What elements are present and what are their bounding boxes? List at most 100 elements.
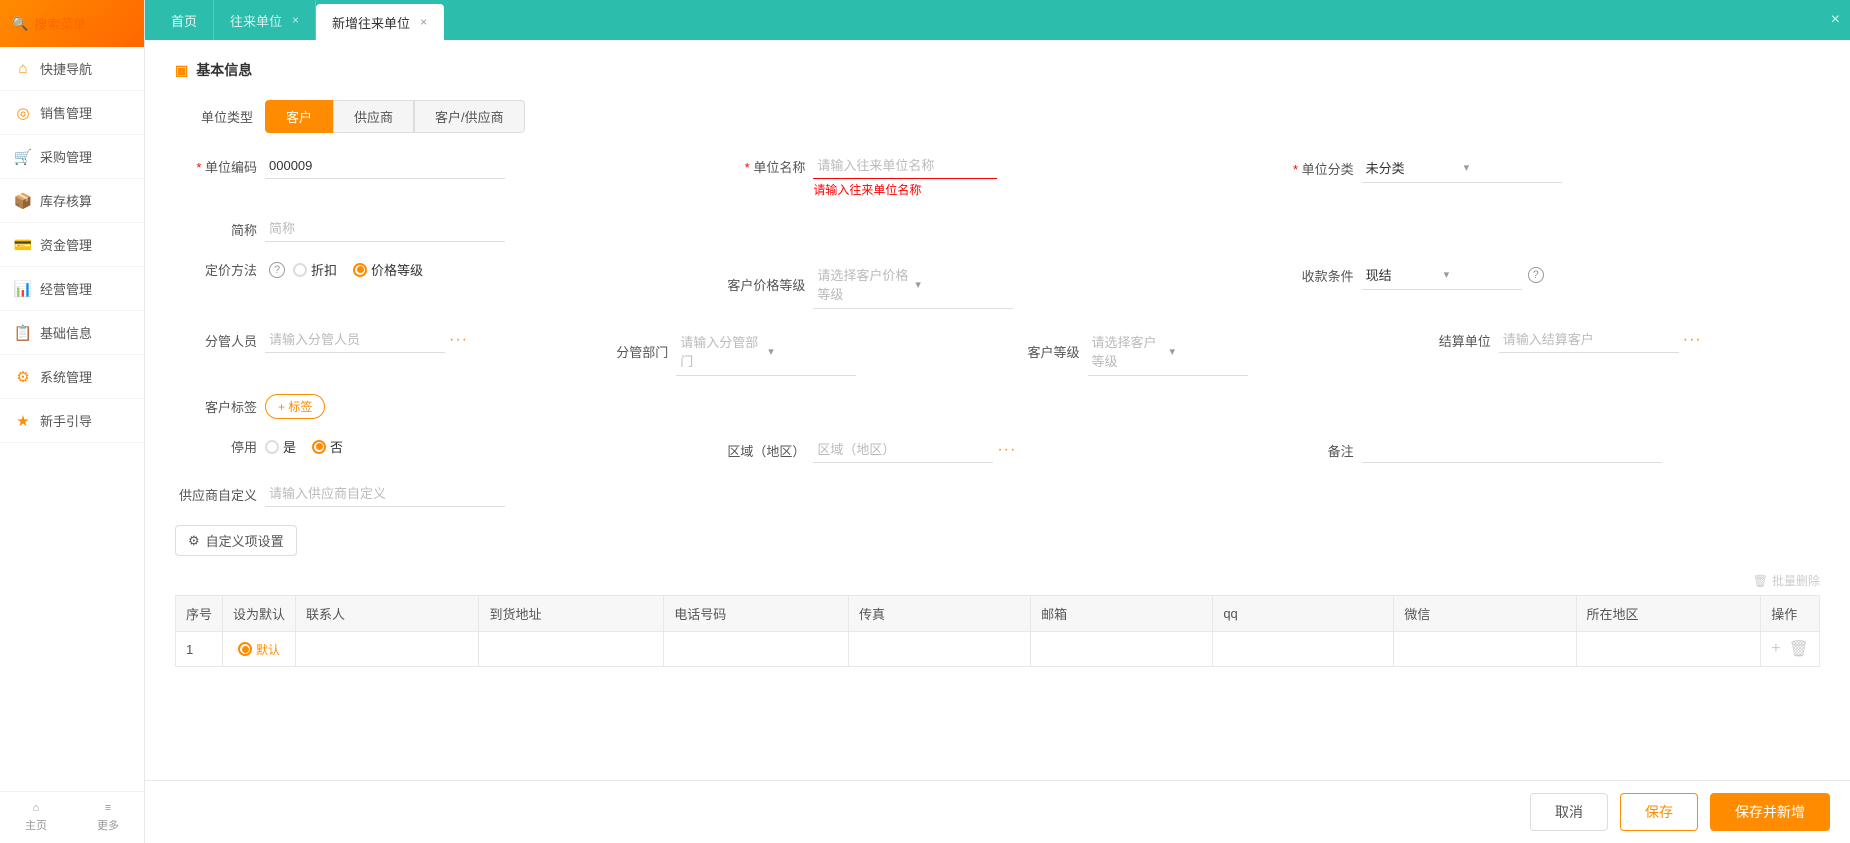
row-default-radio[interactable]: 默认: [233, 641, 285, 658]
home-icon: ⌂: [14, 60, 32, 78]
settlement-input[interactable]: [1499, 327, 1679, 353]
form-row-6: 停用 是 否 区域（地区） ··· 备注: [175, 437, 1820, 463]
customer-price-level-select[interactable]: 请选择客户价格等级 ▾: [813, 260, 1013, 309]
col-wechat: 微信: [1394, 596, 1576, 632]
supplier-custom-label: 供应商自定义: [175, 485, 265, 504]
purchase-icon: 🛒: [14, 148, 32, 166]
row-contact[interactable]: [296, 632, 479, 667]
sidebar-search[interactable]: 🔍 搜索菜单: [0, 6, 144, 41]
unit-code-input[interactable]: [265, 153, 505, 179]
sidebar-bottom-home[interactable]: ⌂ 主页: [25, 802, 47, 833]
sidebar-item-basic-info[interactable]: 📋 基础信息: [0, 311, 144, 355]
row-address[interactable]: [479, 632, 664, 667]
pricing-method-label: 定价方法: [175, 260, 265, 279]
sidebar-bottom: ⌂ 主页 ≡ 更多: [0, 791, 144, 843]
col-no: 序号: [176, 596, 223, 632]
row-qq[interactable]: [1213, 632, 1394, 667]
manager-more-btn[interactable]: ···: [445, 331, 472, 349]
tab-bar: 首页 往来单位 × 新增往来单位 × ×: [145, 0, 1850, 40]
row-email[interactable]: [1031, 632, 1213, 667]
sidebar-item-finance[interactable]: 💳 资金管理: [0, 223, 144, 267]
disabled-field: 停用 是 否: [175, 437, 723, 456]
tab-partners[interactable]: 往来单位 ×: [214, 0, 316, 40]
radio-price-level-circle: [353, 263, 367, 277]
sidebar-item-guide[interactable]: ★ 新手引导: [0, 399, 144, 443]
custom-settings-button[interactable]: ⚙ 自定义项设置: [175, 525, 297, 556]
radio-price-level[interactable]: 价格等级: [353, 260, 423, 279]
radio-disabled-yes[interactable]: 是: [265, 437, 296, 456]
customer-level-arrow: ▾: [1170, 345, 1244, 358]
row-wechat[interactable]: [1394, 632, 1576, 667]
unit-category-select[interactable]: 未分类 ▾: [1362, 153, 1562, 183]
unit-category-label: 单位分类: [1272, 159, 1362, 178]
col-region: 所在地区: [1576, 596, 1761, 632]
col-action: 操作: [1761, 596, 1820, 632]
sidebar-item-quick-nav[interactable]: ⌂ 快捷导航: [0, 47, 144, 91]
manager-input[interactable]: [265, 327, 445, 353]
home-bottom-icon: ⌂: [33, 802, 40, 814]
type-btn-customer[interactable]: 客户: [265, 100, 333, 133]
payment-terms-help-icon[interactable]: ?: [1528, 267, 1544, 283]
row-delete-btn[interactable]: 🗑: [1789, 639, 1809, 659]
col-default: 设为默认: [223, 596, 296, 632]
short-name-label: 简称: [175, 220, 265, 239]
save-new-button[interactable]: 保存并新增: [1710, 793, 1830, 831]
col-phone: 电话号码: [664, 596, 849, 632]
pricing-help-icon[interactable]: ?: [269, 262, 285, 278]
unit-category-arrow: ▾: [1464, 161, 1558, 174]
guide-icon: ★: [14, 412, 32, 430]
radio-discount[interactable]: 折扣: [293, 260, 337, 279]
remarks-input[interactable]: [1362, 437, 1662, 463]
tab-partners-close[interactable]: ×: [292, 13, 299, 27]
form-content: ▣ 基本信息 单位类型 客户 供应商 客户/供应商 单位编码 单位名称 请输入往…: [145, 40, 1850, 780]
tab-home[interactable]: 首页: [155, 0, 214, 40]
delete-icon: 🗑: [1753, 574, 1768, 588]
customer-level-select[interactable]: 请选择客户等级 ▾: [1088, 327, 1248, 376]
short-name-input[interactable]: [265, 216, 505, 242]
type-btn-both[interactable]: 客户/供应商: [414, 100, 525, 133]
add-tag-button[interactable]: + 标签: [265, 394, 325, 419]
sidebar-item-sales[interactable]: ◎ 销售管理: [0, 91, 144, 135]
contacts-table: 序号 设为默认 联系人 到货地址 电话号码 传真 邮箱 qq 微信 所在地区 操…: [175, 595, 1820, 667]
supplier-custom-input[interactable]: [265, 481, 505, 507]
tab-new-partner[interactable]: 新增往来单位 ×: [316, 4, 444, 40]
row-fax[interactable]: [848, 632, 1030, 667]
sidebar: 🔍 搜索菜单 ⌂ 快捷导航 ◎ 销售管理 🛒 采购管理 📦 库存核算 💳 资金管…: [0, 0, 145, 843]
region-field: 区域（地区） ···: [723, 437, 1271, 463]
row-region[interactable]: [1576, 632, 1761, 667]
sidebar-item-operations[interactable]: 📊 经营管理: [0, 267, 144, 311]
unit-name-field: 单位名称 请输入往来单位名称: [723, 153, 1271, 198]
col-fax: 传真: [848, 596, 1030, 632]
radio-disabled-no[interactable]: 否: [312, 437, 343, 456]
batch-delete-label[interactable]: 批量删除: [1772, 572, 1820, 589]
row-actions: + 🗑: [1761, 632, 1820, 667]
customer-tags-label: 客户标签: [175, 397, 265, 416]
sidebar-item-inventory[interactable]: 📦 库存核算: [0, 179, 144, 223]
region-input[interactable]: [813, 437, 993, 463]
type-btn-supplier[interactable]: 供应商: [333, 100, 414, 133]
sidebar-item-system[interactable]: ⚙ 系统管理: [0, 355, 144, 399]
region-more-btn[interactable]: ···: [993, 441, 1020, 459]
row-add-btn[interactable]: +: [1771, 640, 1780, 658]
row-no: 1: [176, 632, 223, 667]
close-all-tabs-button[interactable]: ×: [1831, 11, 1840, 29]
tab-new-partner-close[interactable]: ×: [420, 15, 427, 29]
cancel-button[interactable]: 取消: [1530, 793, 1608, 831]
department-select[interactable]: 请输入分管部门 ▾: [676, 327, 856, 376]
payment-terms-select[interactable]: 现结 ▾: [1362, 260, 1522, 290]
batch-delete-area: 🗑 批量删除: [175, 572, 1820, 589]
form-row-4: 分管人员 ··· 分管部门 请输入分管部门 ▾ 客户等级 请选择客户等级 ▾ 结…: [175, 327, 1820, 376]
main-area: 首页 往来单位 × 新增往来单位 × × ▣ 基本信息 单位类型 客户 供应商 …: [145, 0, 1850, 843]
pricing-radio-group: 折扣 价格等级: [293, 260, 423, 279]
unit-name-input[interactable]: [813, 153, 997, 179]
settings-icon: ⚙: [188, 533, 200, 549]
row-default-radio-circle: [238, 642, 252, 656]
sidebar-bottom-more[interactable]: ≡ 更多: [97, 802, 119, 833]
row-phone[interactable]: [664, 632, 849, 667]
save-button[interactable]: 保存: [1620, 793, 1698, 831]
settlement-more-btn[interactable]: ···: [1679, 331, 1706, 349]
settlement-label: 结算单位: [1409, 331, 1499, 350]
sidebar-item-purchase[interactable]: 🛒 采购管理: [0, 135, 144, 179]
col-qq: qq: [1213, 596, 1394, 632]
region-label: 区域（地区）: [723, 441, 813, 460]
